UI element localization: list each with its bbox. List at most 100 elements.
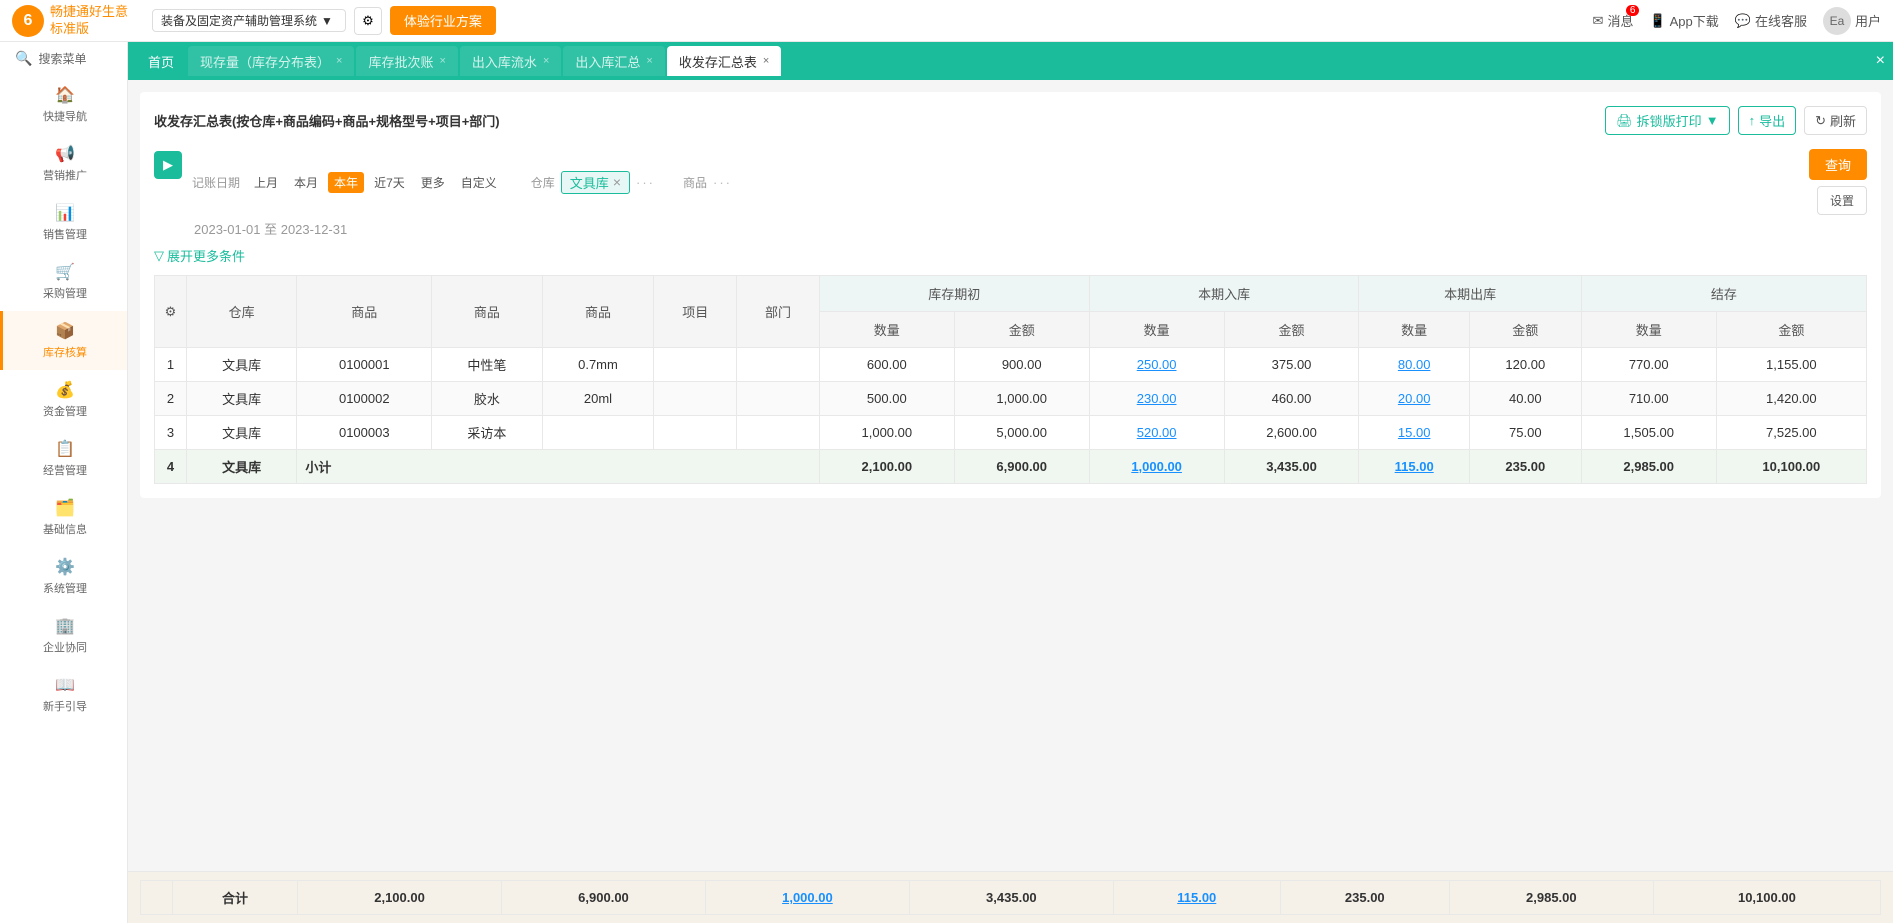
- sidebar-item-quick-nav[interactable]: 🏠 快捷导航: [0, 75, 127, 134]
- warehouse-tag: 文具库 ×: [561, 171, 630, 194]
- logo-icon: 6: [12, 5, 44, 37]
- user-area[interactable]: Ea 用户: [1823, 7, 1881, 35]
- in-qty-link[interactable]: 230.00: [1089, 382, 1224, 416]
- filter-content: 记账日期 上月 本月 本年 近7天 更多 自定义: [192, 149, 1867, 238]
- date-btn-this-month[interactable]: 本月: [288, 172, 324, 193]
- col-in-amt-header: 金额: [1224, 312, 1359, 348]
- sidebar-item-purchase[interactable]: 🛒 采购管理: [0, 252, 127, 311]
- sidebar-item-finance[interactable]: 💰 资金管理: [0, 370, 127, 429]
- filter-line1: 记账日期 上月 本月 本年 近7天 更多 自定义: [192, 149, 1867, 215]
- out-qty-link[interactable]: 15.00: [1359, 416, 1469, 450]
- logo-area: 6 畅捷通好生意 标准版: [12, 4, 140, 38]
- guide-icon: 📖: [55, 675, 75, 695]
- col-period-in-header: 本期入库: [1089, 276, 1359, 312]
- col-out-qty-header: 数量: [1359, 312, 1469, 348]
- close-icon[interactable]: ×: [336, 55, 342, 67]
- total-in-qty[interactable]: 1,000.00: [705, 881, 909, 915]
- trial-button[interactable]: 体验行业方案: [390, 6, 496, 35]
- in-qty-link[interactable]: 520.00: [1089, 416, 1224, 450]
- filter-toggle-btn[interactable]: ▶: [154, 151, 182, 179]
- tab-flow[interactable]: 出入库流水 ×: [460, 46, 561, 76]
- filter-warehouse: 仓库 文具库 × ···: [531, 171, 655, 194]
- page-actions: 🖨 拆锁版打印 ▼ ↑ 导出 ↻ 刷新: [1605, 106, 1867, 135]
- tab-stock-dist[interactable]: 现存量（库存分布表） ×: [188, 46, 354, 76]
- date-range-display: 2023-01-01 至 2023-12-31: [192, 219, 1867, 238]
- sidebar-item-marketing[interactable]: 📢 营销推广: [0, 134, 127, 193]
- business-icon: 📋: [55, 439, 75, 459]
- subtotal-in-qty[interactable]: 1,000.00: [1089, 450, 1224, 484]
- table-row: 3 文具库 0100003 采访本 1,000.00 5,000.00: [155, 416, 1867, 450]
- page-footer: 合计 2,100.00 6,900.00 1,000.00 3,435.00 1…: [128, 871, 1893, 923]
- search-icon: 🔍: [15, 50, 32, 67]
- date-btn-this-year[interactable]: 本年: [328, 172, 364, 193]
- tab-home[interactable]: 首页: [136, 46, 186, 76]
- date-btn-more[interactable]: 更多: [415, 172, 451, 193]
- warehouse-more-btn[interactable]: ···: [636, 175, 655, 190]
- sidebar-item-inventory[interactable]: 📦 库存核算: [0, 311, 127, 370]
- sidebar-item-system[interactable]: ⚙️ 系统管理: [0, 547, 127, 606]
- query-button[interactable]: 查询: [1809, 149, 1867, 180]
- out-qty-link[interactable]: 80.00: [1359, 348, 1469, 382]
- subtotal-row: 4 文具库 小计 2,100.00 6,900.00 1,000.00 3,43…: [155, 450, 1867, 484]
- close-icon[interactable]: ×: [763, 55, 769, 67]
- date-btn-7days[interactable]: 近7天: [368, 172, 411, 193]
- message-btn[interactable]: ✉ 消息 6: [1593, 11, 1634, 30]
- system-selector[interactable]: 装备及固定资产辅助管理系统 ▼: [152, 9, 346, 32]
- tab-bar: 首页 现存量（库存分布表） × 库存批次账 × 出入库流水 × 出入库汇总 ×: [128, 42, 1893, 80]
- sidebar-item-guide[interactable]: 📖 新手引导: [0, 665, 127, 724]
- avatar: Ea: [1823, 7, 1851, 35]
- in-qty-link[interactable]: 250.00: [1089, 348, 1224, 382]
- close-icon[interactable]: ×: [439, 55, 445, 67]
- export-button[interactable]: ↑ 导出: [1738, 106, 1797, 135]
- goods-more-btn[interactable]: ···: [713, 175, 732, 190]
- expand-conditions-btn[interactable]: ▽ 展开更多条件: [154, 246, 1867, 265]
- sidebar-item-sales[interactable]: 📊 销售管理: [0, 193, 127, 252]
- col-in-qty-header: 数量: [1089, 312, 1224, 348]
- remove-warehouse-btn[interactable]: ×: [613, 174, 621, 190]
- col-spec-header: 商品: [542, 276, 654, 348]
- gear-button[interactable]: ⚙: [354, 7, 382, 35]
- subtotal-out-qty[interactable]: 115.00: [1359, 450, 1469, 484]
- app-download-btn[interactable]: 📱 App下载: [1649, 11, 1718, 30]
- tab-batch[interactable]: 库存批次账 ×: [356, 46, 457, 76]
- date-btn-custom[interactable]: 自定义: [455, 172, 503, 193]
- sidebar-item-business[interactable]: 📋 经营管理: [0, 429, 127, 488]
- print-button[interactable]: 🖨 拆锁版打印 ▼: [1605, 106, 1729, 135]
- data-table: ⚙ 仓库 商品 商品 商品 项目 部门 库存期初 本期入库 本期出库: [154, 275, 1867, 484]
- total-out-qty[interactable]: 115.00: [1113, 881, 1280, 915]
- tab-recv-send[interactable]: 收发存汇总表 ×: [667, 46, 781, 76]
- print-icon: 🖨: [1616, 113, 1633, 129]
- table-row: 1 文具库 0100001 中性笔 0.7mm 600.00 900.00: [155, 348, 1867, 382]
- table-row: 2 文具库 0100002 胶水 20ml 500.00 1,000.00: [155, 382, 1867, 416]
- set-button[interactable]: 设置: [1817, 186, 1867, 215]
- col-project-header: 项目: [654, 276, 737, 348]
- purchase-icon: 🛒: [55, 262, 75, 282]
- total-begin-qty: 2,100.00: [298, 881, 502, 915]
- sales-icon: 📊: [55, 203, 75, 223]
- system-area: 装备及固定资产辅助管理系统 ▼ ⚙ 体验行业方案: [140, 6, 1593, 35]
- sidebar-item-basic[interactable]: 🗂️ 基础信息: [0, 488, 127, 547]
- enterprise-icon: 🏢: [55, 616, 75, 636]
- out-qty-link[interactable]: 20.00: [1359, 382, 1469, 416]
- sidebar-item-enterprise[interactable]: 🏢 企业协同: [0, 606, 127, 665]
- filter-goods: 商品 ···: [683, 174, 732, 191]
- refresh-button[interactable]: ↻ 刷新: [1804, 106, 1867, 135]
- date-buttons: 上月 本月 本年 近7天 更多 自定义: [248, 172, 503, 193]
- close-icon[interactable]: ×: [646, 55, 652, 67]
- col-dept-header: 部门: [737, 276, 820, 348]
- col-out-amt-header: 金额: [1469, 312, 1581, 348]
- total-label: 合计: [173, 881, 298, 915]
- right-buttons: 查询 设置: [1809, 149, 1867, 215]
- sidebar-search[interactable]: 🔍 搜索菜单: [0, 42, 127, 75]
- close-all-tabs-btn[interactable]: ×: [1876, 52, 1885, 70]
- close-icon[interactable]: ×: [543, 55, 549, 67]
- system-icon: ⚙️: [55, 557, 75, 577]
- top-bar-right: ✉ 消息 6 📱 App下载 💬 在线客服 Ea 用户: [1593, 7, 1881, 35]
- online-service-btn[interactable]: 💬 在线客服: [1735, 11, 1807, 30]
- top-bar: 6 畅捷通好生意 标准版 装备及固定资产辅助管理系统 ▼ ⚙ 体验行业方案 ✉ …: [0, 0, 1893, 42]
- col-code-header: 商品: [297, 276, 432, 348]
- page-content: 收发存汇总表(按仓库+商品编码+商品+规格型号+项目+部门) 🖨 拆锁版打印 ▼…: [128, 80, 1893, 871]
- col-settings-header[interactable]: ⚙: [155, 276, 187, 348]
- tab-summary[interactable]: 出入库汇总 ×: [563, 46, 664, 76]
- date-btn-last-month[interactable]: 上月: [248, 172, 284, 193]
